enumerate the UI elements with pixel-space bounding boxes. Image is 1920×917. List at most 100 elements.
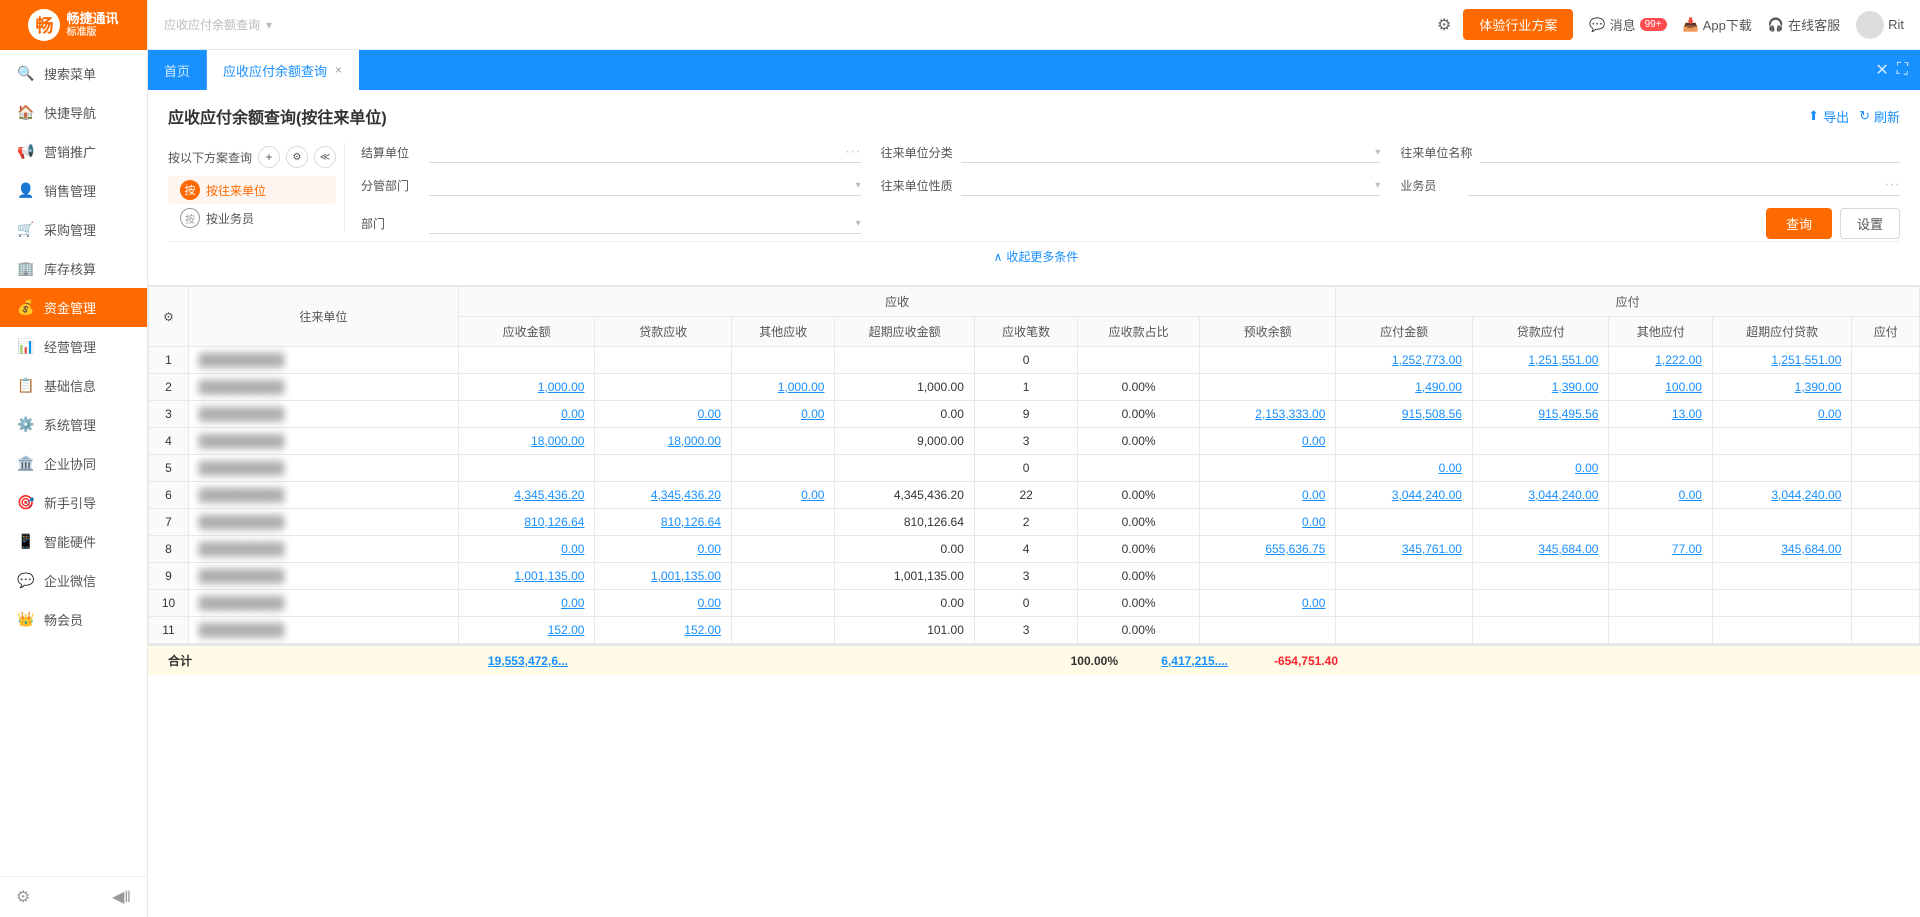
footer-yseye[interactable]: 6,417,215.... bbox=[1128, 654, 1238, 668]
filter-settlement-unit: 结算单位 ··· bbox=[361, 142, 861, 163]
refresh-icon: ↻ bbox=[1859, 108, 1870, 124]
tab-query[interactable]: 应收应付余额查询 × bbox=[207, 50, 359, 90]
branch-dept-arrow[interactable]: ▾ bbox=[856, 180, 861, 191]
sidebar-item-wechat[interactable]: 💬 企业微信 bbox=[0, 561, 147, 600]
filter-area: 按以下方案查询 + ⚙ ≪ 按 按往来单位 按 按业务员 bbox=[168, 142, 1900, 285]
scheme-settings-icon[interactable]: ⚙ bbox=[286, 146, 308, 168]
query-button[interactable]: 查询 bbox=[1766, 208, 1832, 239]
page-title-row: 应收应付余额查询(按往来单位) ⬆ 导出 ↻ 刷新 bbox=[168, 104, 1900, 128]
basic-icon: 📋 bbox=[16, 377, 36, 394]
branch-dept-input[interactable] bbox=[429, 175, 856, 195]
download-icon: 📥 bbox=[1683, 17, 1699, 33]
row-partner: ██████████ bbox=[189, 509, 459, 536]
partner-nature-arrow[interactable]: ▾ bbox=[1375, 180, 1380, 191]
home-icon: 🏠 bbox=[16, 104, 36, 121]
department-input[interactable] bbox=[429, 213, 856, 233]
app-download-button[interactable]: 📥 App下载 bbox=[1683, 15, 1752, 34]
guide-icon: 🎯 bbox=[16, 494, 36, 511]
partner-nature-input[interactable] bbox=[961, 175, 1376, 195]
online-service-button[interactable]: 🎧 在线客服 bbox=[1768, 15, 1840, 34]
settlement-unit-input[interactable] bbox=[429, 142, 845, 162]
trial-button[interactable]: 体验行业方案 bbox=[1463, 9, 1573, 40]
partner-category-arrow[interactable]: ▾ bbox=[1375, 147, 1380, 158]
row-no: 3 bbox=[149, 401, 189, 428]
row-no: 7 bbox=[149, 509, 189, 536]
sidebar-item-vip[interactable]: 👑 畅会员 bbox=[0, 600, 147, 639]
sidebar-item-operation[interactable]: 📊 经营管理 bbox=[0, 327, 147, 366]
wechat-icon: 💬 bbox=[16, 572, 36, 589]
sidebar-item-basic[interactable]: 📋 基础信息 bbox=[0, 366, 147, 405]
service-icon: 🎧 bbox=[1768, 17, 1784, 33]
row-no: 10 bbox=[149, 590, 189, 617]
filter-salesperson: 业务员 ··· bbox=[1400, 175, 1900, 196]
settlement-unit-dots[interactable]: ··· bbox=[845, 143, 861, 161]
row-partner: ██████████ bbox=[189, 590, 459, 617]
sidebar: 畅 畅捷通讯 标准版 🔍 搜索菜单 🏠 快捷导航 📢 营销推广 👤 销售管理 🛒… bbox=[0, 0, 148, 917]
salesperson-dots[interactable]: ··· bbox=[1884, 176, 1900, 194]
scheme-by-partner[interactable]: 按 按往来单位 bbox=[168, 176, 336, 204]
partner-name-input[interactable] bbox=[1480, 142, 1900, 163]
row-partner: ██████████ bbox=[189, 617, 459, 644]
hardware-icon: 📱 bbox=[16, 533, 36, 550]
scheme-partner-icon: 按 bbox=[180, 180, 200, 200]
tab-close-icon[interactable]: × bbox=[335, 63, 342, 77]
row-no: 11 bbox=[149, 617, 189, 644]
salesperson-input[interactable] bbox=[1468, 175, 1884, 195]
add-scheme-button[interactable]: + bbox=[258, 146, 280, 168]
export-button[interactable]: ⬆ 导出 bbox=[1808, 107, 1849, 126]
tab-home[interactable]: 首页 bbox=[148, 50, 207, 90]
row-no: 8 bbox=[149, 536, 189, 563]
footer-qtys bbox=[688, 654, 798, 668]
inventory-icon: 🏢 bbox=[16, 260, 36, 277]
sidebar-item-quicknav[interactable]: 🏠 快捷导航 bbox=[0, 93, 147, 132]
collapse-bar[interactable]: ∧ 收起更多条件 bbox=[168, 241, 1900, 271]
sidebar-item-purchase[interactable]: 🛒 采购管理 bbox=[0, 210, 147, 249]
sidebar-logo: 畅 畅捷通讯 标准版 bbox=[0, 0, 147, 50]
sidebar-item-sales[interactable]: 👤 销售管理 bbox=[0, 171, 147, 210]
partner-category-input[interactable] bbox=[961, 142, 1376, 162]
settings-bottom-icon[interactable]: ⚙ bbox=[16, 887, 30, 907]
tab-fullscreen-icon[interactable]: ⛶ bbox=[1897, 61, 1908, 79]
tab-close-window-icon[interactable]: ✕ bbox=[1875, 60, 1888, 80]
messages-button[interactable]: 💬 消息 99+ bbox=[1589, 15, 1666, 34]
marketing-icon: 📢 bbox=[16, 143, 36, 160]
footer-yfje: -654,751.40 bbox=[1238, 654, 1348, 668]
col-dkys: 贷款应收 bbox=[595, 317, 732, 347]
row-no: 2 bbox=[149, 374, 189, 401]
user-avatar-area[interactable]: Rit bbox=[1856, 11, 1904, 39]
collapse-scheme-icon[interactable]: ≪ bbox=[314, 146, 336, 168]
row-partner: ██████████ bbox=[189, 401, 459, 428]
table-row: 6██████████4,345,436.204,345,436.200.004… bbox=[149, 482, 1920, 509]
gear-icon[interactable]: ⚙ bbox=[1437, 15, 1451, 35]
department-arrow[interactable]: ▾ bbox=[856, 218, 861, 229]
table-settings-icon[interactable]: ⚙ bbox=[149, 287, 189, 347]
page-header: 应收应付余额查询(按往来单位) ⬆ 导出 ↻ 刷新 按以下方案查询 + bbox=[148, 90, 1920, 286]
filter-label: 按以下方案查询 bbox=[168, 149, 252, 166]
sidebar-item-marketing[interactable]: 📢 营销推广 bbox=[0, 132, 147, 171]
col-partner-header: 往来单位 bbox=[189, 287, 459, 347]
table-row: 1██████████01,252,773.001,251,551.001,22… bbox=[149, 347, 1920, 374]
footer-label: 合计 bbox=[158, 652, 468, 669]
topbar-right: 💬 消息 99+ 📥 App下载 🎧 在线客服 Rit bbox=[1589, 11, 1904, 39]
sidebar-item-enterprise[interactable]: 🏛️ 企业协同 bbox=[0, 444, 147, 483]
setting-button[interactable]: 设置 bbox=[1840, 208, 1900, 239]
footer-ysje[interactable]: 19,553,472,6... bbox=[468, 654, 578, 668]
sidebar-item-system[interactable]: ⚙️ 系统管理 bbox=[0, 405, 147, 444]
salesperson-wrap: ··· bbox=[1468, 175, 1900, 196]
table-row: 10██████████0.000.000.0000.00%0.00 bbox=[149, 590, 1920, 617]
breadcrumb: 应收应付余额查询 ▾ bbox=[164, 16, 1437, 33]
sidebar-item-guide[interactable]: 🎯 新手引导 bbox=[0, 483, 147, 522]
message-icon: 💬 bbox=[1589, 17, 1605, 33]
username: Rit bbox=[1888, 17, 1904, 32]
finance-icon: 💰 bbox=[16, 299, 36, 316]
search-icon: 🔍 bbox=[16, 65, 36, 82]
refresh-button[interactable]: ↻ 刷新 bbox=[1859, 107, 1900, 126]
sidebar-item-search[interactable]: 🔍 搜索菜单 bbox=[0, 54, 147, 93]
sidebar-item-inventory[interactable]: 🏢 库存核算 bbox=[0, 249, 147, 288]
operation-icon: 📊 bbox=[16, 338, 36, 355]
sidebar-item-hardware[interactable]: 📱 智能硬件 bbox=[0, 522, 147, 561]
scheme-by-salesperson[interactable]: 按 按业务员 bbox=[168, 204, 336, 232]
collapse-sidebar-icon[interactable]: ◀‖ bbox=[112, 887, 131, 907]
sidebar-item-finance[interactable]: 💰 资金管理 bbox=[0, 288, 147, 327]
sales-icon: 👤 bbox=[16, 182, 36, 199]
